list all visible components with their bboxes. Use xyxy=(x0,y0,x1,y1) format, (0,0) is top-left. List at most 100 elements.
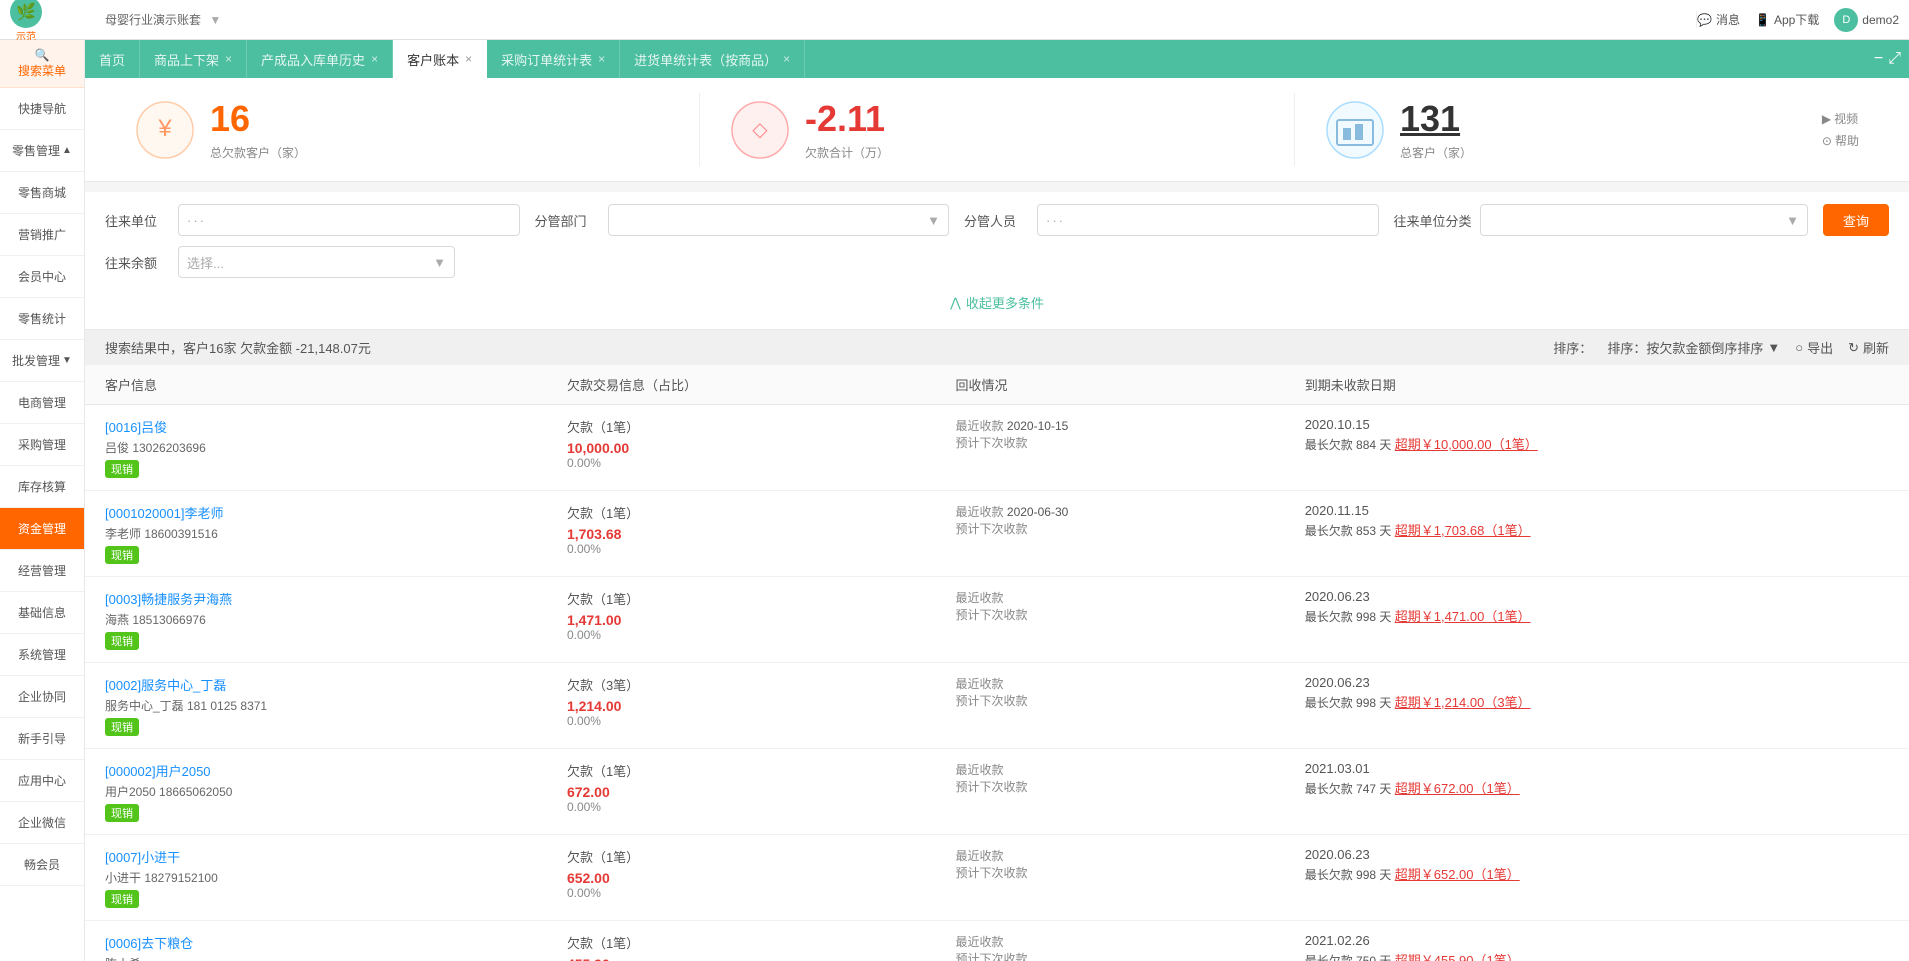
overdue-link[interactable]: 超期￥1,703.68（1笔） xyxy=(1395,523,1531,538)
stat-info-total: -2.11 欠款合计（万） xyxy=(805,98,1264,161)
cell-recover-info: 最近收款 预计下次收款 xyxy=(936,749,1285,835)
stat-card-total-customers: 131 总客户（家） ▶ 视频 ⊙ 帮助 xyxy=(1295,93,1889,166)
sidebar-item-purchase[interactable]: 采购管理 xyxy=(0,424,84,466)
sidebar-item-operations[interactable]: 经营管理 xyxy=(0,550,84,592)
customer-name-link[interactable]: [0006]去下粮仓 xyxy=(105,936,193,951)
sidebar-item-inventory[interactable]: 库存核算 xyxy=(0,466,84,508)
overdue-days: 最长欠款 853 天 超期￥1,703.68（1笔） xyxy=(1305,520,1889,539)
debt-amount: 455.90 xyxy=(567,956,916,961)
due-date: 2021.03.01 xyxy=(1305,761,1889,776)
view-video-btn[interactable]: ▶ 视频 xyxy=(1822,110,1859,127)
input-dots: ··· xyxy=(1046,213,1065,228)
table-row: [0006]去下粮仓 陈小希 现销 欠款（1笔） 455.90 0.00% 最近… xyxy=(85,921,1909,961)
refresh-btn[interactable]: ↻ 刷新 xyxy=(1848,338,1889,357)
sidebar-item-system[interactable]: 系统管理 xyxy=(0,634,84,676)
overdue-link[interactable]: 超期￥1,214.00（3笔） xyxy=(1395,695,1531,710)
tab-close-icon[interactable]: × xyxy=(783,52,790,66)
tab-close-icon[interactable]: × xyxy=(225,52,232,66)
sidebar-item-marketing[interactable]: 营销推广 xyxy=(0,214,84,256)
tab-home[interactable]: 首页 xyxy=(85,40,140,78)
overdue-link[interactable]: 超期￥652.00（1笔） xyxy=(1395,867,1520,882)
sidebar-item-member-plus[interactable]: 畅会员 xyxy=(0,844,84,886)
store-selector[interactable]: 母婴行业演示账套 ▼ xyxy=(95,11,1697,28)
customer-name-link[interactable]: [0002]服务中心_丁磊 xyxy=(105,678,226,693)
customer-name-link[interactable]: [0003]畅捷服务尹海燕 xyxy=(105,592,232,607)
from-unit-input[interactable]: ··· xyxy=(178,204,520,236)
cell-customer-info: [0003]畅捷服务尹海燕 海燕 18513066976 现销 xyxy=(85,577,547,663)
results-bar: 搜索结果中，客户16家 欠款金额 -21,148.07元 排序： 排序：按欠款金… xyxy=(85,330,1909,365)
debt-amount: 1,214.00 xyxy=(567,698,916,714)
sidebar-item-basic-info[interactable]: 基础信息 xyxy=(0,592,84,634)
customer-name-link[interactable]: [0001020001]李老师 xyxy=(105,506,224,521)
customer-name-link[interactable]: [000002]用户2050 xyxy=(105,764,211,779)
sidebar-item-newbie[interactable]: 新手引导 xyxy=(0,718,84,760)
due-date: 2020.06.23 xyxy=(1305,847,1889,862)
customer-name-link[interactable]: [0007]小进干 xyxy=(105,850,180,865)
sidebar-item-ecommerce[interactable]: 电商管理 xyxy=(0,382,84,424)
sidebar-item-member[interactable]: 会员中心 xyxy=(0,256,84,298)
sidebar-item-finance[interactable]: 资金管理 xyxy=(0,508,84,550)
debt-customers-icon: ¥ xyxy=(135,100,195,160)
debt-count: 欠款（1笔） xyxy=(567,503,916,522)
sidebar-item-retail-stats[interactable]: 零售统计 xyxy=(0,298,84,340)
input-dots: ··· xyxy=(187,213,206,228)
tab-purchase-stats[interactable]: 采购订单统计表 × xyxy=(487,40,620,78)
user-avatar[interactable]: D demo2 xyxy=(1834,8,1899,32)
dept-input[interactable]: ▼ xyxy=(608,204,950,236)
sidebar-item-label: 资金管理 xyxy=(5,520,79,537)
due-date: 2021.02.26 xyxy=(1305,933,1889,948)
export-btn[interactable]: ○ 导出 xyxy=(1795,338,1833,357)
unit-class-input[interactable]: ▼ xyxy=(1480,204,1808,236)
cell-debt-info: 欠款（1笔） 672.00 0.00% xyxy=(547,749,936,835)
tabs-actions: − ⤢ xyxy=(1874,50,1909,68)
search-menu-item[interactable]: 🔍 搜索菜单 xyxy=(0,40,84,88)
sidebar-item-label: 快捷导航 xyxy=(5,100,79,117)
unit-class-label: 往来单位分类 xyxy=(1394,211,1472,230)
customer-phone: 小进干 18279152100 xyxy=(105,869,527,886)
cell-due-info: 2021.02.26 最长欠款 750 天 超期￥455.90（1笔） xyxy=(1285,921,1909,961)
sidebar-item-wechat[interactable]: 企业微信 xyxy=(0,802,84,844)
tab-purchase-stats-product[interactable]: 进货单统计表（按商品） × xyxy=(620,40,805,78)
person-input[interactable]: ··· xyxy=(1037,204,1379,236)
sidebar-item-wholesale[interactable]: 批发管理 ▼ xyxy=(0,340,84,382)
app-download-btn[interactable]: 📱 App下载 xyxy=(1755,11,1819,28)
overdue-link[interactable]: 超期￥1,471.00（1笔） xyxy=(1395,609,1531,624)
sidebar-item-app-center[interactable]: 应用中心 xyxy=(0,760,84,802)
sidebar-item-retail-mgmt[interactable]: 零售管理 ▲ xyxy=(0,130,84,172)
tab-product-history[interactable]: 产成品入库单历史 × xyxy=(247,40,393,78)
tab-label: 产成品入库单历史 xyxy=(261,50,365,69)
cell-due-info: 2020.06.23 最长欠款 998 天 超期￥652.00（1笔） xyxy=(1285,835,1909,921)
maximize-icon[interactable]: ⤢ xyxy=(1888,50,1901,68)
debt-percent: 0.00% xyxy=(567,886,916,900)
search-icon: 🔍 xyxy=(8,48,76,62)
cell-recover-info: 最近收款 预计下次收款 xyxy=(936,577,1285,663)
customer-name-link[interactable]: [0016]吕俊 xyxy=(105,420,167,435)
cell-debt-info: 欠款（1笔） 455.90 0.00% xyxy=(547,921,936,961)
overdue-link[interactable]: 超期￥672.00（1笔） xyxy=(1395,781,1520,796)
tab-customer-ledger[interactable]: 客户账本 × xyxy=(393,40,487,78)
sidebar-item-retail-mall[interactable]: 零售商城 xyxy=(0,172,84,214)
balance-input[interactable]: 选择... ▼ xyxy=(178,246,455,278)
overdue-link[interactable]: 超期￥10,000.00（1笔） xyxy=(1395,437,1538,452)
sidebar-item-quick-nav[interactable]: 快捷导航 xyxy=(0,88,84,130)
message-btn[interactable]: 💬 消息 xyxy=(1697,11,1740,28)
cell-recover-info: 最近收款 预计下次收款 xyxy=(936,663,1285,749)
tab-close-icon[interactable]: × xyxy=(371,52,378,66)
collapse-filter-btn[interactable]: ⋀ 收起更多条件 xyxy=(105,288,1889,317)
due-date: 2020.10.15 xyxy=(1305,417,1889,432)
stat-info-customers: 131 总客户（家） xyxy=(1400,98,1807,161)
minimize-icon[interactable]: − xyxy=(1874,50,1883,68)
sidebar-item-enterprise[interactable]: 企业协同 xyxy=(0,676,84,718)
tab-close-icon[interactable]: × xyxy=(598,52,605,66)
stat-value-debt-total: -2.11 xyxy=(805,98,1264,140)
sidebar-item-label: 批发管理 xyxy=(12,352,60,369)
cell-customer-info: [0002]服务中心_丁磊 服务中心_丁磊 181 0125 8371 现销 xyxy=(85,663,547,749)
overdue-link[interactable]: 超期￥455.90（1笔） xyxy=(1395,953,1520,961)
tab-product-listing[interactable]: 商品上下架 × xyxy=(140,40,247,78)
help-btn[interactable]: ⊙ 帮助 xyxy=(1822,132,1859,149)
query-button[interactable]: 查询 xyxy=(1823,204,1889,236)
sort-label: 排序： xyxy=(1553,338,1592,357)
sort-selector[interactable]: 排序：按欠款金额倒序排序 ▼ xyxy=(1607,338,1780,357)
tab-close-icon[interactable]: × xyxy=(465,52,472,66)
overdue-days: 最长欠款 998 天 超期￥1,471.00（1笔） xyxy=(1305,606,1889,625)
